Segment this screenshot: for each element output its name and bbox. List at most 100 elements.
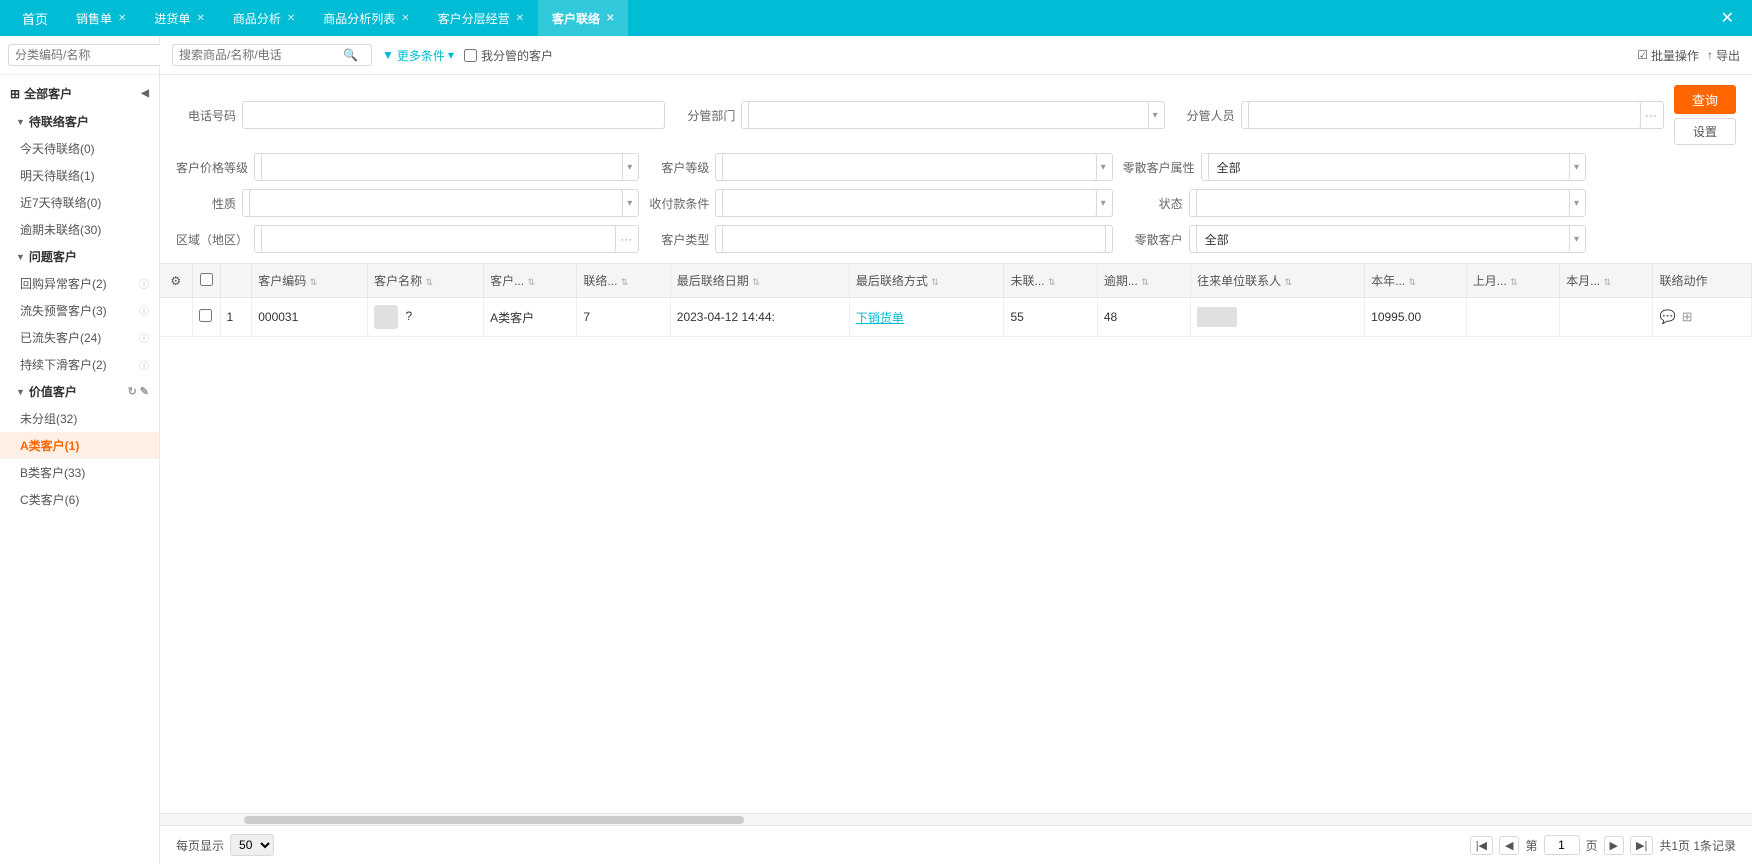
- td-check[interactable]: [192, 298, 220, 337]
- sidebar-problem-customers[interactable]: ▼ 问题客户: [0, 243, 159, 270]
- th-this-month[interactable]: 本月... ⇅: [1560, 264, 1653, 298]
- refresh-icon[interactable]: ↻: [128, 385, 137, 398]
- export-button[interactable]: ↑ 导出: [1707, 47, 1740, 64]
- th-last-month[interactable]: 上月... ⇅: [1466, 264, 1559, 298]
- sidebar-item-ungrouped[interactable]: 未分组(32): [0, 405, 159, 432]
- scrollbar-thumb[interactable]: [244, 816, 744, 824]
- settings-button[interactable]: 设置: [1674, 118, 1736, 145]
- retail-attr-wrapper[interactable]: ▾: [1201, 153, 1586, 181]
- filter-search-input[interactable]: [179, 48, 339, 62]
- td-last-method[interactable]: 下销货单: [849, 298, 1004, 337]
- th-last-method[interactable]: 最后联络方式 ⇅: [849, 264, 1004, 298]
- dept-input[interactable]: [748, 101, 1148, 129]
- th-overdue[interactable]: 逾期... ⇅: [1097, 264, 1190, 298]
- customer-level-input[interactable]: [722, 153, 1096, 181]
- th-contact[interactable]: 联络... ⇅: [577, 264, 670, 298]
- nature-wrapper[interactable]: ▾: [242, 189, 639, 217]
- qr-icon[interactable]: ⊞: [1682, 309, 1693, 325]
- customer-level-caret-icon[interactable]: ▾: [1101, 162, 1106, 173]
- customer-level-wrapper[interactable]: ▾: [715, 153, 1112, 181]
- status-wrapper[interactable]: ▾: [1189, 189, 1586, 217]
- sidebar-item-class-b[interactable]: B类客户(33): [0, 459, 159, 486]
- phone-input[interactable]: [242, 101, 665, 129]
- first-page-button[interactable]: |◀: [1470, 836, 1493, 855]
- sidebar-item-class-c[interactable]: C类客户(6): [0, 486, 159, 513]
- nav-tab-contact[interactable]: 客户联络 ✕: [538, 0, 628, 36]
- customer-type-input[interactable]: [722, 225, 1105, 253]
- sidebar-search-input[interactable]: [8, 44, 177, 66]
- sidebar-all-customers[interactable]: ⊞ 全部客户 ◀: [0, 79, 159, 108]
- row-checkbox[interactable]: [199, 309, 212, 322]
- th-type[interactable]: 客户... ⇅: [484, 264, 577, 298]
- nav-tab-analysis-list[interactable]: 商品分析列表 ✕: [309, 0, 423, 36]
- last-page-button[interactable]: ▶|: [1630, 836, 1653, 855]
- person-input-wrapper[interactable]: ···: [1241, 101, 1664, 129]
- close-analysis-icon[interactable]: ✕: [287, 13, 295, 24]
- close-contact-icon[interactable]: ✕: [606, 13, 614, 24]
- status-caret-icon[interactable]: ▾: [1574, 198, 1579, 209]
- retail-customer-input[interactable]: [1196, 225, 1570, 253]
- page-number-input[interactable]: [1544, 835, 1580, 855]
- th-no-contact[interactable]: 未联... ⇅: [1004, 264, 1097, 298]
- nav-tab-segment[interactable]: 客户分层经营 ✕: [424, 0, 538, 36]
- price-level-wrapper[interactable]: ▾: [254, 153, 639, 181]
- nav-home[interactable]: 首页: [8, 0, 62, 36]
- retail-customer-wrapper[interactable]: ▾: [1189, 225, 1586, 253]
- sidebar-item-overdue[interactable]: 逾期未联络(30): [0, 216, 159, 243]
- price-level-caret-icon[interactable]: ▾: [627, 162, 632, 173]
- area-input[interactable]: [261, 225, 616, 253]
- prev-page-button[interactable]: ◀: [1499, 836, 1519, 855]
- filter-more-button[interactable]: ▼ 更多条件 ▾: [382, 47, 454, 64]
- nav-tab-analysis[interactable]: 商品分析 ✕: [219, 0, 309, 36]
- close-analysis-list-icon[interactable]: ✕: [401, 13, 409, 24]
- payment-wrapper[interactable]: ▾: [715, 189, 1112, 217]
- retail-customer-caret-icon[interactable]: ▾: [1574, 234, 1579, 245]
- sidebar-item-class-a[interactable]: A类客户(1): [0, 432, 159, 459]
- dept-input-wrapper[interactable]: ▾: [741, 101, 1164, 129]
- th-last-date[interactable]: 最后联络日期 ⇅: [670, 264, 849, 298]
- sidebar-item-churned[interactable]: 已流失客户(24) ⓘ: [0, 324, 159, 351]
- my-customers-checkbox[interactable]: 我分管的客户: [464, 47, 553, 64]
- th-code[interactable]: 客户编码 ⇅: [252, 264, 368, 298]
- person-more-icon[interactable]: ···: [1645, 108, 1657, 122]
- payment-input[interactable]: [722, 189, 1096, 217]
- payment-caret-icon[interactable]: ▾: [1101, 198, 1106, 209]
- chat-icon[interactable]: 💬: [1659, 309, 1675, 325]
- window-close-button[interactable]: ✕: [1711, 8, 1744, 28]
- status-input[interactable]: [1196, 189, 1570, 217]
- sidebar-item-tomorrow[interactable]: 明天待联络(1): [0, 162, 159, 189]
- next-page-button[interactable]: ▶: [1604, 836, 1624, 855]
- retail-attr-caret-icon[interactable]: ▾: [1574, 162, 1579, 173]
- th-check[interactable]: [192, 264, 220, 298]
- th-gear[interactable]: ⚙: [160, 264, 192, 298]
- sidebar-item-repurchase[interactable]: 回购异常客户(2) ⓘ: [0, 270, 159, 297]
- customer-type-wrapper[interactable]: [715, 225, 1112, 253]
- th-this-year[interactable]: 本年... ⇅: [1365, 264, 1467, 298]
- sidebar-item-7days[interactable]: 近7天待联络(0): [0, 189, 159, 216]
- nav-tab-purchase[interactable]: 进货单 ✕: [140, 0, 218, 36]
- sidebar-item-churn-warning[interactable]: 流失预警客户(3) ⓘ: [0, 297, 159, 324]
- sidebar-pending-contact[interactable]: ▼ 待联络客户: [0, 108, 159, 135]
- horizontal-scrollbar[interactable]: [160, 813, 1752, 825]
- retail-attr-input[interactable]: [1208, 153, 1570, 181]
- sidebar-value-customers[interactable]: ▼ 价值客户 ↻ ✎: [0, 378, 159, 405]
- sidebar-item-today[interactable]: 今天待联络(0): [0, 135, 159, 162]
- edit-icon[interactable]: ✎: [140, 385, 149, 398]
- th-name[interactable]: 客户名称 ⇅: [368, 264, 484, 298]
- close-purchase-icon[interactable]: ✕: [196, 13, 204, 24]
- dept-caret-icon[interactable]: ▾: [1153, 110, 1158, 121]
- search-icon[interactable]: 🔍: [343, 48, 358, 62]
- page-size-dropdown[interactable]: 50: [230, 834, 274, 856]
- th-contacts-person[interactable]: 往来单位联系人 ⇅: [1191, 264, 1365, 298]
- nav-tab-sales[interactable]: 销售单 ✕: [62, 0, 140, 36]
- my-customers-check[interactable]: [464, 49, 477, 62]
- price-level-input[interactable]: [261, 153, 623, 181]
- nature-input[interactable]: [249, 189, 623, 217]
- query-button[interactable]: 查询: [1674, 85, 1736, 114]
- select-all-checkbox[interactable]: [200, 273, 213, 286]
- person-input[interactable]: [1248, 101, 1641, 129]
- batch-ops-button[interactable]: ☑ 批量操作: [1637, 47, 1699, 64]
- sidebar-item-declining[interactable]: 持续下滑客户(2) ⓘ: [0, 351, 159, 378]
- nature-caret-icon[interactable]: ▾: [627, 198, 632, 209]
- area-more-icon[interactable]: ···: [620, 232, 632, 246]
